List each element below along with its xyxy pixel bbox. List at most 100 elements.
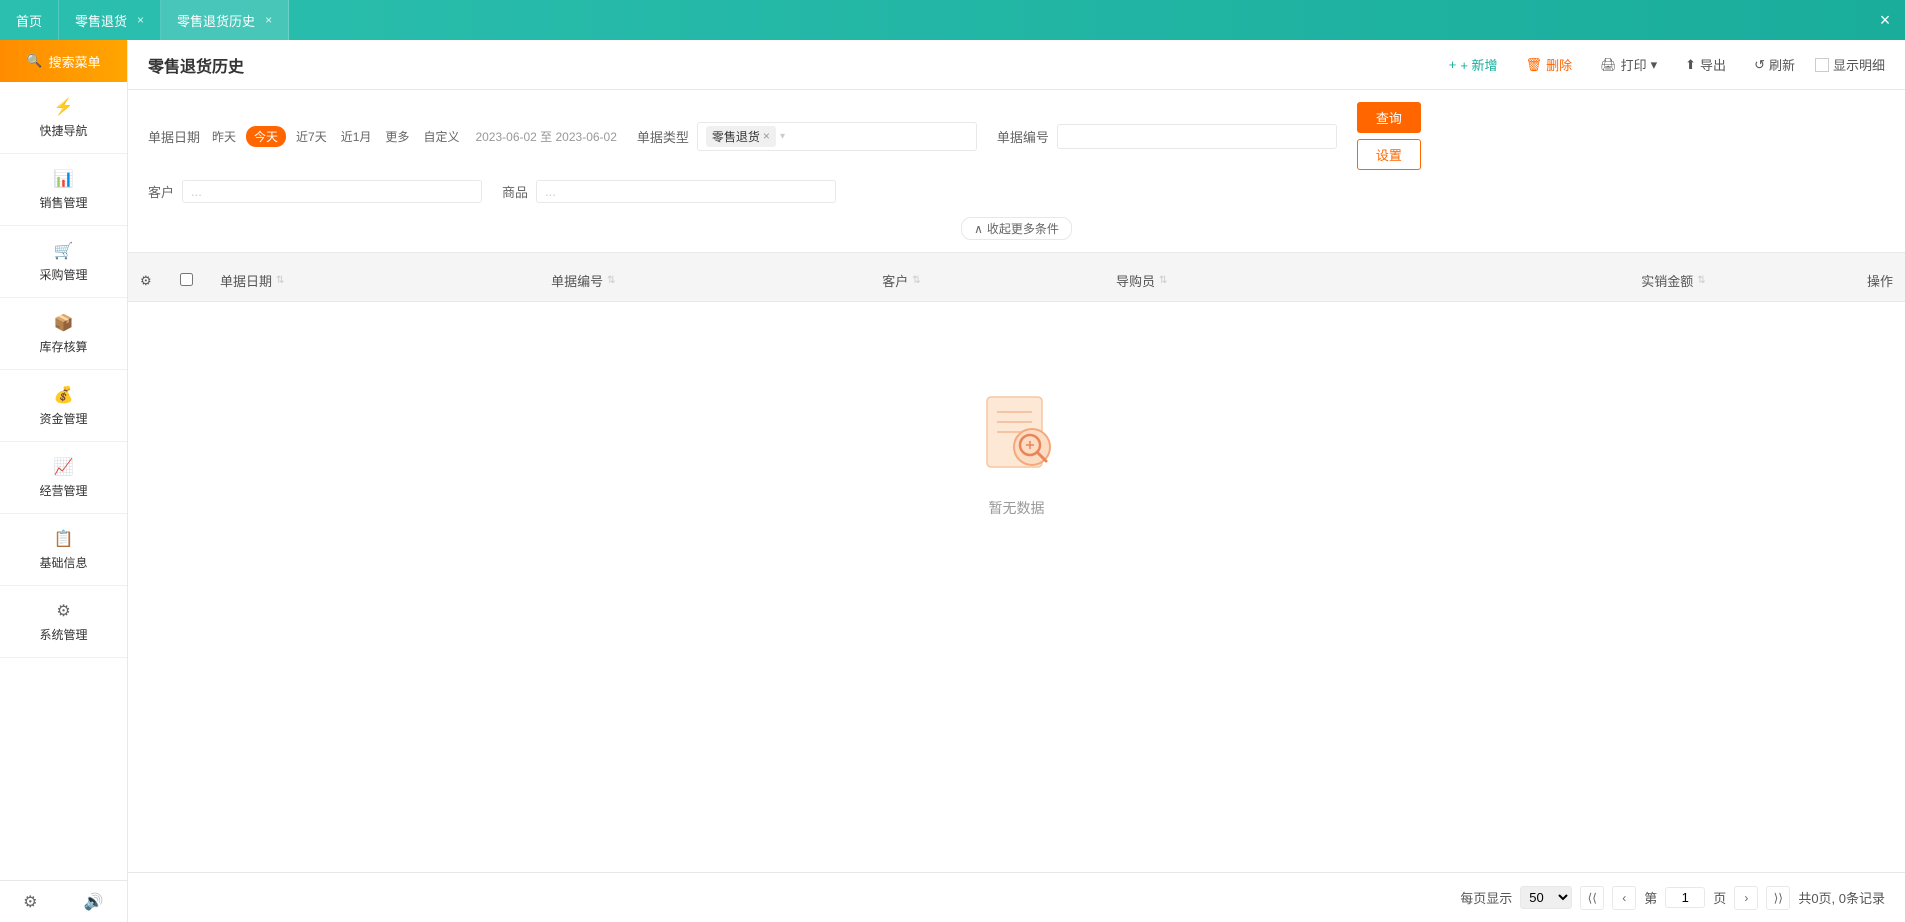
page-header: 零售退货历史 + + 新增 🗑 删除 🖨 打印 ▾ ⬆ 导出 — [128, 40, 1905, 90]
first-page-button[interactable]: ⟨⟨ — [1580, 886, 1604, 910]
settings-bottom-icon[interactable]: ⚙ — [23, 892, 37, 912]
page-title: 零售退货历史 — [148, 53, 244, 77]
export-icon: ⬆ — [1685, 57, 1696, 73]
goods-label: 商品 — [502, 182, 528, 201]
sidebar-bottom: ⚙ 🔊 — [0, 880, 127, 922]
sidebar-item-sales[interactable]: 📊 销售管理 — [0, 154, 127, 226]
table-container: ⚙ 单据日期 ⇅ 单据编号 — [128, 261, 1905, 872]
sidebar-nav: ⚡ 快捷导航 📊 销售管理 🛒 采购管理 📦 库存核算 💰 资金管理 📈 — [0, 82, 127, 880]
customer-label: 客户 — [148, 182, 174, 201]
refresh-icon: ↺ — [1754, 57, 1765, 73]
delete-icon: 🗑 — [1526, 57, 1543, 73]
sidebar-item-label: 快捷导航 — [39, 122, 87, 139]
date-opt-1month[interactable]: 近1月 — [337, 126, 376, 147]
sidebar-item-inventory[interactable]: 📦 库存核算 — [0, 298, 127, 370]
sidebar-item-finance[interactable]: 💰 资金管理 — [0, 370, 127, 442]
collapse-icon: ∧ — [974, 222, 983, 236]
date-opt-7days[interactable]: 近7天 — [292, 126, 331, 147]
customer-sort-icon[interactable]: ⇅ — [912, 275, 920, 286]
bill-type-filter-group: 单据类型 零售退货 × ▾ — [637, 122, 977, 151]
finance-icon: 💰 — [53, 384, 75, 406]
goods-filter-group: 商品 ... — [502, 180, 836, 203]
tab-retail-return-close[interactable]: × — [137, 13, 144, 27]
inventory-icon: 📦 — [53, 312, 75, 334]
bill-type-tag: 零售退货 × — [706, 126, 776, 147]
sidebar-item-purchase[interactable]: 🛒 采购管理 — [0, 226, 127, 298]
basic-info-icon: 📋 — [53, 528, 75, 550]
settings-button[interactable]: 设置 — [1357, 139, 1421, 170]
sidebar-item-label: 经营管理 — [39, 482, 87, 499]
query-settings-col: 查询 设置 — [1357, 102, 1421, 170]
table-header-row: ⚙ 单据日期 ⇅ 单据编号 — [128, 261, 1905, 301]
sidebar-item-business[interactable]: 📈 经营管理 — [0, 442, 127, 514]
sidebar-item-label: 系统管理 — [39, 626, 87, 643]
new-icon: + — [1449, 57, 1457, 72]
collapse-row: ∧ 收起更多条件 — [148, 213, 1885, 244]
window-close-button[interactable]: × — [1865, 0, 1905, 40]
query-button[interactable]: 查询 — [1357, 102, 1421, 133]
sidebar-item-label: 基础信息 — [39, 554, 87, 571]
date-opt-today[interactable]: 今天 — [246, 126, 286, 147]
print-dropdown-icon: ▾ — [1651, 57, 1658, 73]
sidebar-search-label: 搜索菜单 — [49, 52, 101, 71]
tab-retail-return[interactable]: 零售退货 × — [59, 0, 161, 40]
sidebar-item-quick-nav[interactable]: ⚡ 快捷导航 — [0, 82, 127, 154]
goods-select-box[interactable]: ... — [536, 180, 836, 203]
system-icon: ⚙ — [53, 600, 75, 622]
date-filter-group: 单据日期 昨天 今天 近7天 近1月 更多 自定义 2023-06-02 至 2… — [148, 126, 617, 147]
main-layout: 🔍 搜索菜单 ⚡ 快捷导航 📊 销售管理 🛒 采购管理 📦 库存核算 💰 — [0, 40, 1905, 922]
gear-icon[interactable]: ⚙ — [140, 273, 152, 288]
export-button[interactable]: ⬆ 导出 — [1677, 51, 1734, 78]
new-button[interactable]: + + 新增 — [1441, 51, 1506, 78]
search-icon: 🔍 — [26, 53, 42, 69]
quick-nav-icon: ⚡ — [53, 96, 75, 118]
purchase-icon: 🛒 — [53, 240, 75, 262]
per-page-select[interactable]: 20 50 100 200 — [1520, 886, 1572, 909]
table-body: 暂无数据 — [128, 301, 1905, 598]
prev-page-button[interactable]: ‹ — [1612, 886, 1636, 910]
customer-select-box[interactable]: ... — [182, 180, 482, 203]
tab-bar: 首页 零售退货 × 零售退货历史 × — [0, 0, 1865, 40]
tab-retail-return-history[interactable]: 零售退货历史 × — [161, 0, 289, 40]
date-options: 昨天 今天 近7天 近1月 更多 自定义 — [208, 126, 463, 147]
audio-bottom-icon[interactable]: 🔊 — [84, 892, 104, 912]
date-opt-custom[interactable]: 自定义 — [419, 126, 463, 147]
guide-sort-icon[interactable]: ⇅ — [1159, 275, 1167, 286]
sidebar-item-basic-info[interactable]: 📋 基础信息 — [0, 514, 127, 586]
tab-retail-return-history-close[interactable]: × — [265, 13, 272, 27]
filter-row-1: 单据日期 昨天 今天 近7天 近1月 更多 自定义 2023-06-02 至 2… — [148, 102, 1885, 170]
bill-no-sort-icon[interactable]: ⇅ — [607, 275, 615, 286]
th-gear[interactable]: ⚙ — [128, 261, 168, 301]
business-icon: 📈 — [53, 456, 75, 478]
filter-row-2: 客户 ... 商品 ... — [148, 180, 1885, 203]
bill-type-select-box[interactable]: 零售退货 × ▾ — [697, 122, 977, 151]
empty-text: 暂无数据 — [989, 498, 1045, 518]
show-detail-toggle[interactable]: 显示明细 — [1815, 55, 1885, 74]
sidebar-item-system[interactable]: ⚙ 系统管理 — [0, 586, 127, 658]
tab-home[interactable]: 首页 — [0, 0, 59, 40]
toolbar: + + 新增 🗑 删除 🖨 打印 ▾ ⬆ 导出 ↺ — [1441, 51, 1885, 78]
th-checkbox[interactable] — [168, 261, 208, 301]
bill-no-input[interactable] — [1057, 124, 1337, 149]
pagination-bar: 每页显示 20 50 100 200 ⟨⟨ ‹ 第 页 › ⟩⟩ 共0页, 0条… — [128, 872, 1905, 922]
date-opt-yesterday[interactable]: 昨天 — [208, 126, 240, 147]
delete-button[interactable]: 🗑 删除 — [1518, 51, 1581, 78]
show-detail-checkbox[interactable] — [1815, 58, 1829, 72]
amount-sort-icon[interactable]: ⇅ — [1697, 275, 1705, 286]
content-area: 零售退货历史 + + 新增 🗑 删除 🖨 打印 ▾ ⬆ 导出 — [128, 40, 1905, 922]
th-customer: 客户 ⇅ — [870, 261, 1104, 301]
print-button[interactable]: 🖨 打印 ▾ — [1592, 51, 1665, 78]
date-opt-more[interactable]: 更多 — [381, 126, 413, 147]
collapse-button[interactable]: ∧ 收起更多条件 — [961, 217, 1072, 240]
select-all-checkbox[interactable] — [180, 273, 193, 286]
bill-type-tag-close[interactable]: × — [763, 129, 770, 143]
sidebar-search[interactable]: 🔍 搜索菜单 — [0, 40, 127, 82]
page-label: 第 — [1644, 888, 1657, 907]
next-page-button[interactable]: › — [1734, 886, 1758, 910]
bill-no-label: 单据编号 — [997, 127, 1049, 146]
last-page-button[interactable]: ⟩⟩ — [1766, 886, 1790, 910]
page-number-input[interactable] — [1665, 887, 1705, 908]
bill-date-sort-icon[interactable]: ⇅ — [276, 275, 284, 286]
customer-filter-group: 客户 ... — [148, 180, 482, 203]
refresh-button[interactable]: ↺ 刷新 — [1746, 51, 1803, 78]
